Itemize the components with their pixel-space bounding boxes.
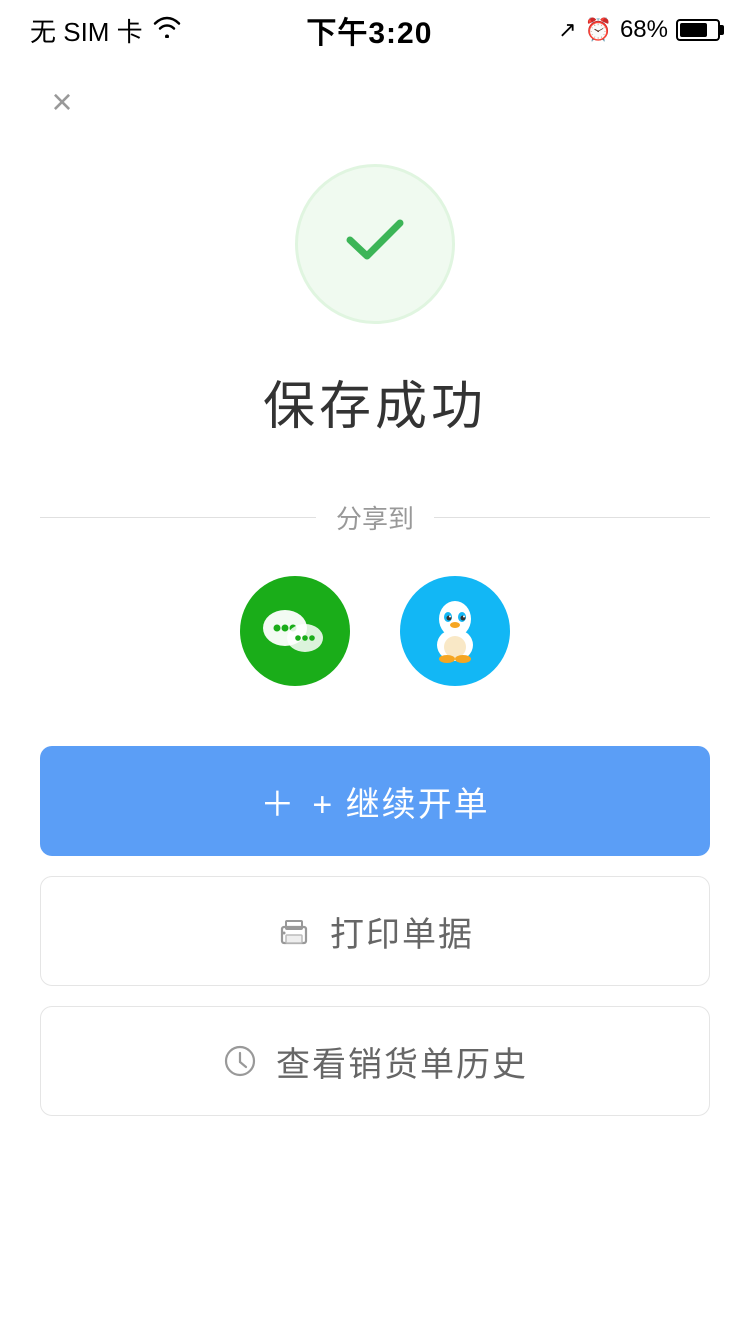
print-button[interactable]: 打印单据 <box>40 876 710 986</box>
continue-button[interactable]: ＋ + 继续开单 <box>40 746 710 856</box>
status-carrier: 无 SIM 卡 <box>30 12 181 49</box>
success-icon-circle <box>295 164 455 324</box>
share-icons-row <box>240 576 510 686</box>
main-content: × 保存成功 分享到 <box>0 60 750 1156</box>
wifi-icon <box>153 16 181 45</box>
history-button[interactable]: 查看销货单历史 <box>40 1006 710 1116</box>
battery-percent: 68% <box>620 16 668 44</box>
location-icon: ↗ <box>558 17 576 43</box>
continue-label: + 继续开单 <box>312 777 489 826</box>
close-icon[interactable]: × <box>40 80 84 124</box>
wechat-share-button[interactable] <box>240 576 350 686</box>
action-buttons: ＋ + 继续开单 打印单据 <box>40 746 710 1116</box>
divider-right <box>434 517 710 518</box>
status-indicators: ↗ ⏰ 68% <box>558 16 720 44</box>
checkmark-icon <box>335 198 415 291</box>
battery-icon <box>676 19 720 41</box>
success-title: 保存成功 <box>263 364 487 439</box>
history-label: 查看销货单历史 <box>276 1037 528 1086</box>
close-button[interactable]: × <box>40 80 710 124</box>
print-label: 打印单据 <box>330 907 474 956</box>
qq-share-button[interactable] <box>400 576 510 686</box>
carrier-text: 无 SIM 卡 <box>30 12 143 49</box>
status-time: 下午3:20 <box>306 8 432 52</box>
plus-icon: ＋ <box>260 777 294 826</box>
alarm-icon: ⏰ <box>585 17 612 43</box>
qq-icon <box>420 596 490 666</box>
clock-icon <box>222 1043 258 1079</box>
share-divider: 分享到 <box>40 499 710 536</box>
status-bar: 无 SIM 卡 下午3:20 ↗ ⏰ 68% <box>0 0 750 60</box>
divider-left <box>40 517 316 518</box>
wechat-icon <box>260 596 330 666</box>
printer-icon <box>276 913 312 949</box>
share-label: 分享到 <box>316 499 434 536</box>
